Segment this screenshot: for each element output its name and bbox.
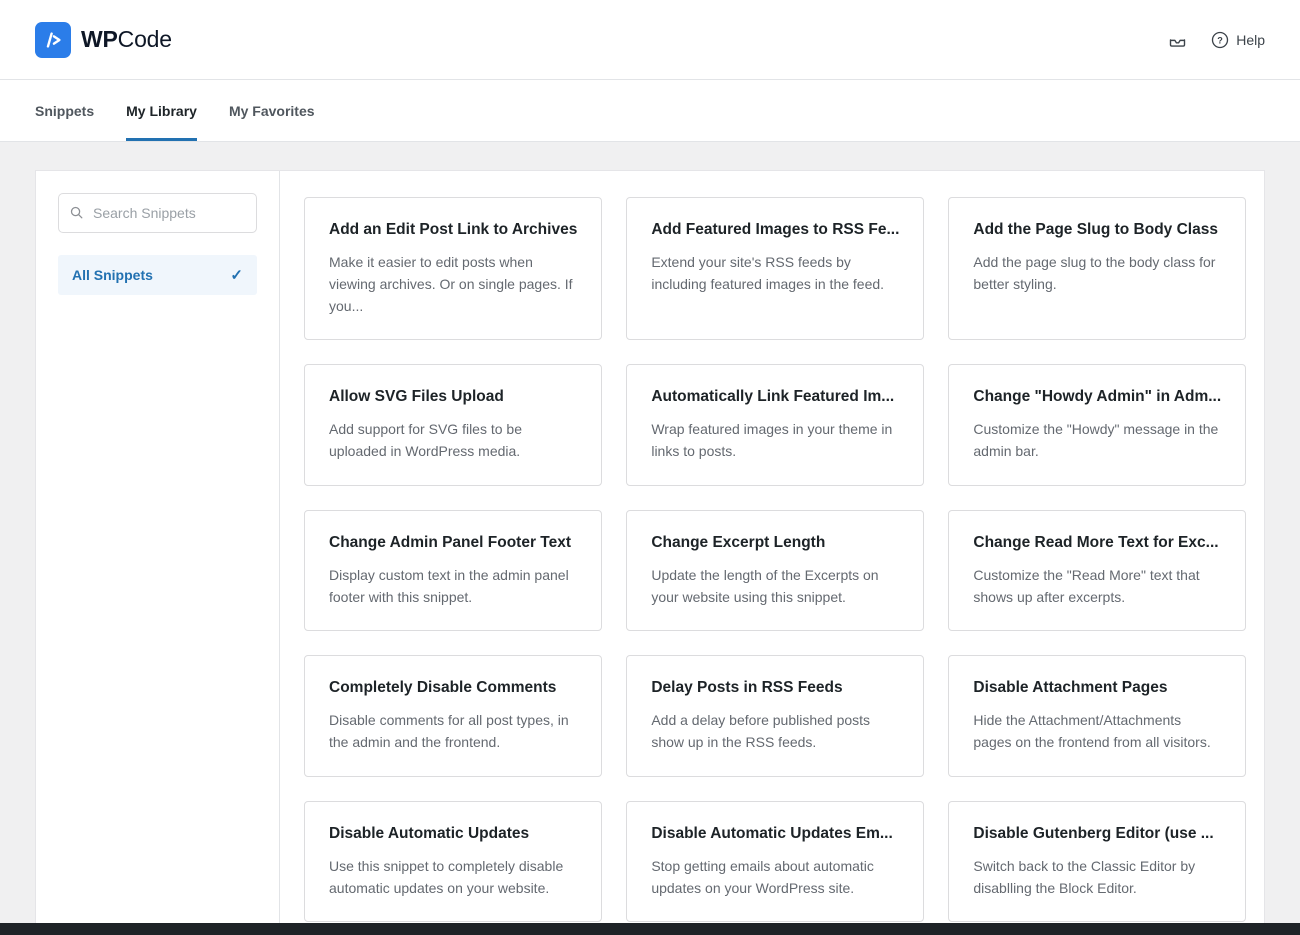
snippet-description: Hide the Attachment/Attachments pages on… (973, 712, 1211, 751)
svg-text:?: ? (1217, 35, 1223, 45)
wpcode-logo-icon (35, 21, 71, 58)
brand-name-rest: Code (117, 26, 172, 52)
snippet-card[interactable]: Disable Attachment Pages Hide the Attach… (948, 655, 1247, 777)
snippet-card[interactable]: Disable Gutenberg Editor (use ... Switch… (948, 800, 1247, 923)
tab-snippets[interactable]: Snippets (35, 80, 94, 141)
tab-my-favorites[interactable]: My Favorites (229, 80, 315, 141)
snippet-description: Display custom text in the admin panel f… (329, 566, 569, 605)
checkmark-icon: ✓ (230, 267, 243, 284)
snippet-card[interactable]: Disable Automatic Updates Use this snipp… (304, 800, 603, 923)
search-wrap (58, 193, 257, 233)
snippet-title: Change Read More Text for Exc... (973, 533, 1219, 551)
snippet-title: Automatically Link Featured Im... (651, 388, 895, 406)
tab-my-library[interactable]: My Library (126, 80, 197, 141)
library-panel: All Snippets ✓ Add an Edit Post Link to … (35, 170, 1265, 935)
snippet-card[interactable]: Completely Disable Comments Disable comm… (304, 655, 603, 777)
page-bottom-bar (0, 923, 1300, 935)
sidebar-item-label: All Snippets (72, 267, 153, 283)
snippet-description: Make it easier to edit posts when viewin… (329, 254, 573, 314)
snippet-title: Disable Automatic Updates Em... (651, 824, 893, 842)
brand-name-bold: WP (81, 26, 118, 52)
snippet-card[interactable]: Add an Edit Post Link to Archives Make i… (304, 197, 603, 341)
snippet-description: Switch back to the Classic Editor by dis… (973, 857, 1196, 896)
snippet-title: Allow SVG Files Upload (329, 388, 504, 406)
snippet-title: Delay Posts in RSS Feeds (651, 679, 843, 697)
snippet-description: Add a delay before published posts show … (651, 712, 871, 751)
snippet-card[interactable]: Add the Page Slug to Body Class Add the … (948, 197, 1247, 341)
snippet-title: Disable Attachment Pages (973, 679, 1168, 697)
search-icon (70, 206, 83, 219)
top-header: WPCode ? Help (0, 0, 1300, 80)
snippet-card[interactable]: Delay Posts in RSS Feeds Add a delay bef… (626, 655, 925, 777)
inbox-icon (1170, 39, 1186, 47)
snippet-card[interactable]: Change Admin Panel Footer Text Display c… (304, 509, 603, 632)
snippet-description: Stop getting emails about automatic upda… (651, 857, 874, 896)
snippet-description: Add the page slug to the body class for … (973, 254, 1216, 292)
tab-bar: Snippets My Library My Favorites (0, 80, 1300, 142)
snippet-title: Add the Page Slug to Body Class (973, 221, 1218, 238)
cards-area: Add an Edit Post Link to Archives Make i… (280, 171, 1270, 935)
snippet-card[interactable]: Add Featured Images to RSS Fe... Extend … (626, 197, 925, 341)
snippet-description: Wrap featured images in your theme in li… (651, 421, 893, 460)
snippet-card[interactable]: Allow SVG Files Upload Add support for S… (304, 364, 603, 486)
search-input[interactable] (58, 193, 257, 233)
snippet-description: Use this snippet to completely disable a… (329, 857, 564, 896)
snippet-title: Disable Gutenberg Editor (use ... (973, 824, 1214, 842)
snippet-description: Update the length of the Excerpts on you… (651, 566, 879, 605)
snippet-title: Change "Howdy Admin" in Adm... (973, 388, 1222, 406)
snippet-card[interactable]: Disable Automatic Updates Em... Stop get… (626, 800, 925, 923)
main-content: All Snippets ✓ Add an Edit Post Link to … (0, 142, 1300, 935)
snippet-description: Customize the "Howdy" message in the adm… (973, 421, 1219, 460)
snippet-description: Customize the "Read More" text that show… (973, 566, 1200, 605)
snippet-title: Completely Disable Comments (329, 679, 557, 697)
snippet-card[interactable]: Change Read More Text for Exc... Customi… (948, 509, 1247, 632)
snippet-description: Disable comments for all post types, in … (329, 712, 569, 751)
sidebar-item-all-snippets[interactable]: All Snippets ✓ (58, 255, 257, 295)
wpcode-brand: WPCode (35, 21, 172, 58)
snippet-card[interactable]: Change Excerpt Length Update the length … (626, 509, 925, 632)
snippet-title: Add an Edit Post Link to Archives (329, 221, 578, 238)
inbox-button[interactable] (1167, 29, 1188, 50)
help-label: Help (1236, 31, 1265, 48)
brand-name: WPCode (81, 26, 172, 53)
snippet-title: Add Featured Images to RSS Fe... (651, 221, 900, 238)
help-button[interactable]: ? Help (1210, 30, 1265, 50)
snippet-card[interactable]: Automatically Link Featured Im... Wrap f… (626, 364, 925, 486)
sidebar: All Snippets ✓ (36, 171, 280, 935)
snippet-title: Disable Automatic Updates (329, 824, 530, 842)
snippet-description: Add support for SVG files to be uploaded… (329, 421, 522, 460)
snippet-card[interactable]: Change "Howdy Admin" in Adm... Customize… (948, 364, 1247, 486)
help-icon: ? (1212, 31, 1229, 48)
snippet-title: Change Excerpt Length (651, 533, 826, 551)
snippet-title: Change Admin Panel Footer Text (329, 533, 571, 551)
snippet-description: Extend your site's RSS feeds by includin… (651, 254, 885, 292)
cards-grid: Add an Edit Post Link to Archives Make i… (304, 197, 1247, 923)
